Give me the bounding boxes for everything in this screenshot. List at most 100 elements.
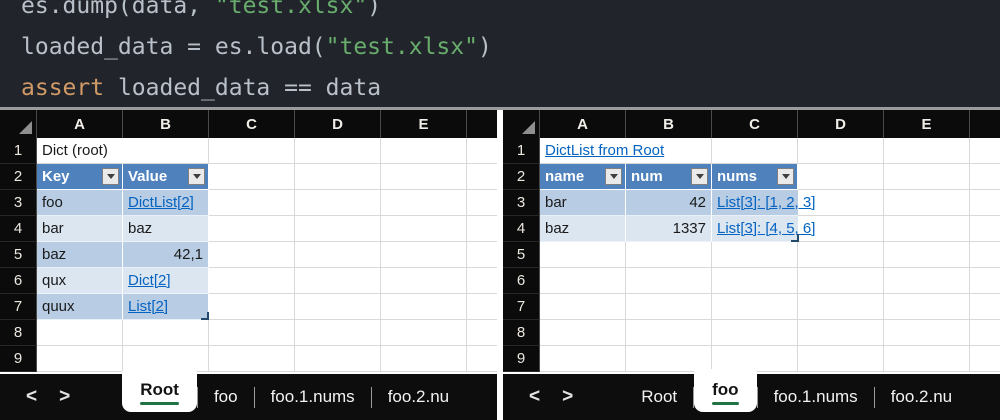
filter-dropdown-button[interactable] <box>605 168 622 185</box>
column-header-c[interactable]: C <box>712 110 798 138</box>
cell[interactable] <box>540 294 626 320</box>
tab-nav-left[interactable]: < <box>26 386 37 408</box>
cell[interactable]: baz <box>123 216 209 242</box>
cell[interactable] <box>970 190 1000 216</box>
cell[interactable] <box>970 268 1000 294</box>
cell[interactable]: DictList[2] <box>123 190 209 216</box>
cell[interactable] <box>712 242 798 268</box>
cell[interactable] <box>798 164 884 190</box>
cell[interactable] <box>295 294 381 320</box>
cell[interactable] <box>381 294 467 320</box>
table-header-cell[interactable]: Key <box>37 164 123 190</box>
row-header-4[interactable]: 4 <box>503 216 540 242</box>
cell[interactable] <box>467 138 497 164</box>
select-all-button[interactable] <box>503 110 540 138</box>
sheet-tab-foo-2-nu[interactable]: foo.2.nu <box>372 387 465 407</box>
cell-hyperlink[interactable]: DictList[2] <box>128 194 194 211</box>
cell[interactable] <box>209 346 295 372</box>
cell[interactable] <box>123 320 209 346</box>
row-header-4[interactable]: 4 <box>0 216 37 242</box>
cell[interactable]: Dict[2] <box>123 268 209 294</box>
cell[interactable] <box>467 190 497 216</box>
cell[interactable] <box>381 190 467 216</box>
cell[interactable] <box>798 268 884 294</box>
cell[interactable] <box>209 138 295 164</box>
cell[interactable] <box>798 320 884 346</box>
cell[interactable] <box>884 294 970 320</box>
cell[interactable]: List[3]: [1, 2, 3] <box>712 190 815 216</box>
select-all-button[interactable] <box>0 110 37 138</box>
sheet-tab-root[interactable]: Root <box>122 369 197 412</box>
tab-nav-left[interactable]: < <box>529 386 540 408</box>
cell[interactable] <box>626 268 712 294</box>
cell[interactable] <box>381 164 467 190</box>
cell[interactable]: baz <box>37 242 123 268</box>
row-header-6[interactable]: 6 <box>0 268 37 294</box>
cell[interactable] <box>295 320 381 346</box>
filter-dropdown-button[interactable] <box>777 168 794 185</box>
cell[interactable] <box>884 164 970 190</box>
row-header-9[interactable]: 9 <box>503 346 540 372</box>
row-header-3[interactable]: 3 <box>0 190 37 216</box>
row-header-7[interactable]: 7 <box>503 294 540 320</box>
column-header-e[interactable]: E <box>381 110 467 138</box>
cell[interactable] <box>467 320 497 346</box>
cell[interactable] <box>884 346 970 372</box>
cell[interactable] <box>798 294 884 320</box>
cell[interactable] <box>970 164 1000 190</box>
cell[interactable] <box>970 294 1000 320</box>
row-header-6[interactable]: 6 <box>503 268 540 294</box>
cell-hyperlink[interactable]: DictList from Root <box>545 142 664 159</box>
cell[interactable] <box>381 138 467 164</box>
cell[interactable] <box>970 138 1000 164</box>
column-header-c[interactable]: C <box>209 110 295 138</box>
cell-hyperlink[interactable]: List[3]: [1, 2, 3] <box>717 194 815 211</box>
sheet-tab-foo-2-nu[interactable]: foo.2.nu <box>875 387 968 407</box>
cell[interactable] <box>37 320 123 346</box>
code-editor[interactable]: es.dump(data, "test.xlsx") loaded_data = … <box>0 0 1000 110</box>
column-header-b[interactable]: B <box>626 110 712 138</box>
cell[interactable] <box>467 268 497 294</box>
sheet-tab-root[interactable]: Root <box>625 387 693 407</box>
filter-dropdown-button[interactable] <box>691 168 708 185</box>
cell[interactable] <box>467 164 497 190</box>
cell[interactable] <box>37 346 123 372</box>
cell[interactable] <box>381 268 467 294</box>
cell[interactable] <box>626 294 712 320</box>
cell[interactable] <box>798 242 884 268</box>
row-header-2[interactable]: 2 <box>0 164 37 190</box>
cell[interactable] <box>209 216 295 242</box>
table-header-cell[interactable]: nums <box>712 164 798 190</box>
column-header-e[interactable]: E <box>884 110 970 138</box>
cell[interactable] <box>540 346 626 372</box>
cell[interactable] <box>295 190 381 216</box>
cell[interactable] <box>295 216 381 242</box>
sheet-tab-foo[interactable]: foo <box>694 369 757 412</box>
cell[interactable] <box>884 138 970 164</box>
cell[interactable] <box>295 138 381 164</box>
cell[interactable] <box>970 216 1000 242</box>
sheet-tab-foo-1-nums[interactable]: foo.1.nums <box>255 387 371 407</box>
row-header-8[interactable]: 8 <box>503 320 540 346</box>
row-header-3[interactable]: 3 <box>503 190 540 216</box>
table-header-cell[interactable]: name <box>540 164 626 190</box>
column-header-b[interactable]: B <box>123 110 209 138</box>
cell[interactable]: baz <box>540 216 626 242</box>
cell[interactable] <box>970 320 1000 346</box>
row-header-5[interactable]: 5 <box>503 242 540 268</box>
cell[interactable]: foo <box>37 190 123 216</box>
cell-hyperlink[interactable]: Dict[2] <box>128 272 171 289</box>
cell[interactable] <box>798 346 884 372</box>
row-header-1[interactable]: 1 <box>503 138 540 164</box>
cell[interactable] <box>467 346 497 372</box>
cell[interactable] <box>295 346 381 372</box>
cell[interactable] <box>467 242 497 268</box>
cell[interactable] <box>626 242 712 268</box>
row-header-1[interactable]: 1 <box>0 138 37 164</box>
cell[interactable]: Dict (root) <box>37 138 209 164</box>
cell[interactable] <box>798 138 884 164</box>
table-resize-handle[interactable] <box>201 312 209 320</box>
cell[interactable] <box>467 294 497 320</box>
cell[interactable] <box>626 320 712 346</box>
table-header-cell[interactable]: Value <box>123 164 209 190</box>
